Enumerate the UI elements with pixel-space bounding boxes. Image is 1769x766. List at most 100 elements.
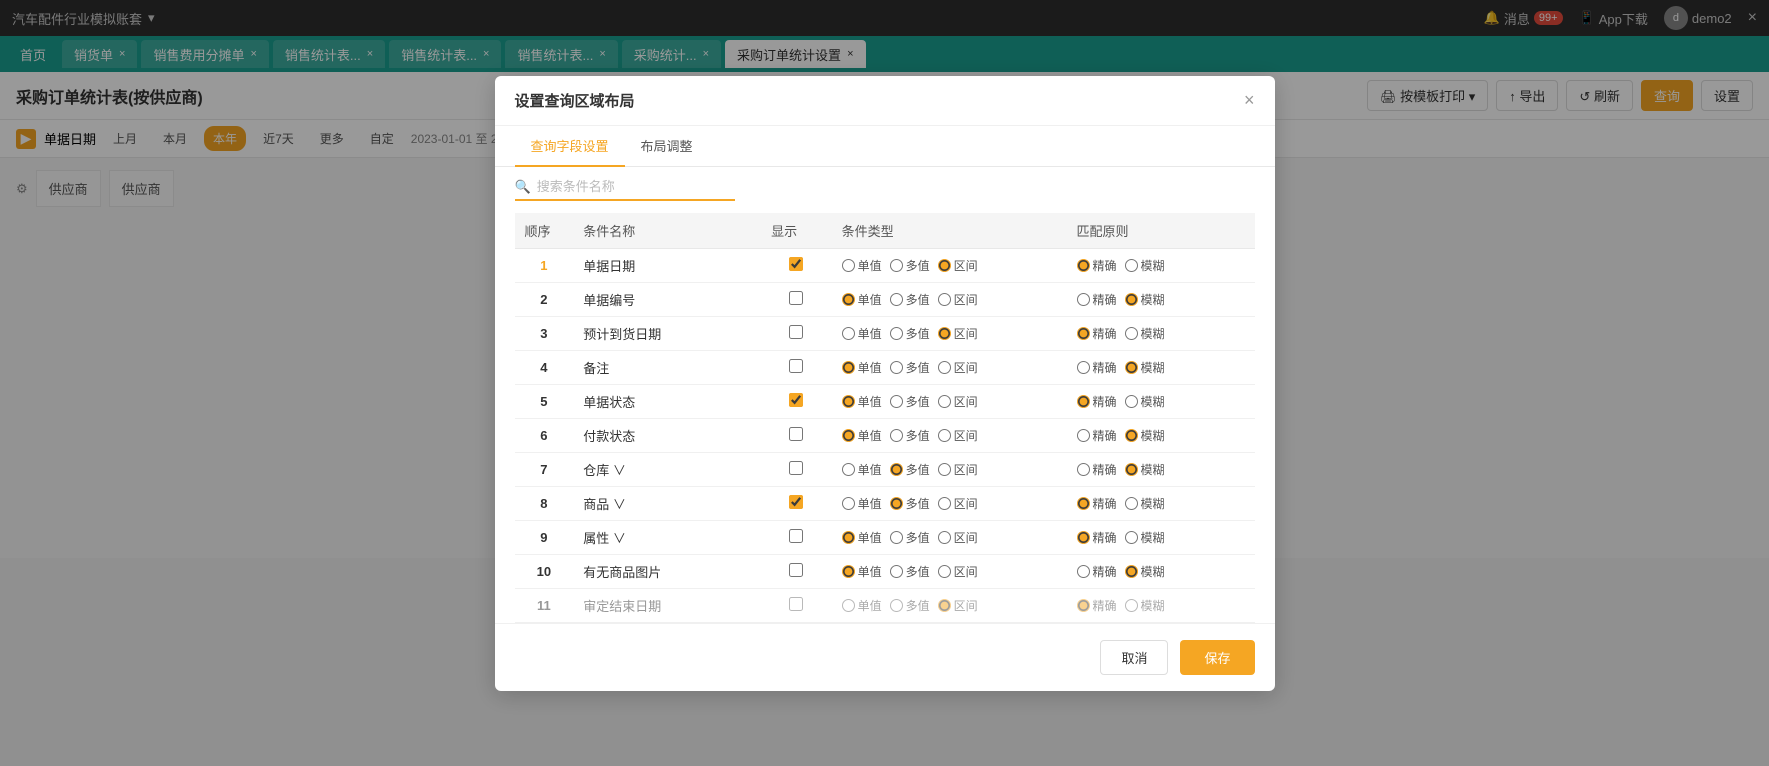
cell-match[interactable]: 精确模糊 <box>1067 588 1255 622</box>
type-radio-label[interactable]: 多值 <box>890 359 930 376</box>
type-radio[interactable] <box>938 497 951 510</box>
type-radio[interactable] <box>890 327 903 340</box>
cell-display[interactable] <box>761 282 831 316</box>
type-radio[interactable] <box>842 429 855 442</box>
cell-display[interactable] <box>761 486 831 520</box>
type-radio[interactable] <box>842 361 855 374</box>
match-radio[interactable] <box>1125 429 1138 442</box>
display-checkbox[interactable] <box>789 393 803 407</box>
modal-tab-layout[interactable]: 布局调整 <box>625 126 709 167</box>
type-radio[interactable] <box>842 327 855 340</box>
type-radio-label[interactable]: 单值 <box>842 597 882 614</box>
cell-match[interactable]: 精确模糊 <box>1067 486 1255 520</box>
match-radio[interactable] <box>1077 463 1090 476</box>
type-radio[interactable] <box>890 361 903 374</box>
match-radio-label[interactable]: 模糊 <box>1125 529 1165 546</box>
match-radio-label[interactable]: 精确 <box>1077 325 1117 342</box>
type-radio[interactable] <box>842 463 855 476</box>
match-radio-label[interactable]: 模糊 <box>1125 393 1165 410</box>
type-radio-label[interactable]: 区间 <box>938 427 978 444</box>
modal-close-button[interactable]: × <box>1244 91 1255 109</box>
cell-match[interactable]: 精确模糊 <box>1067 350 1255 384</box>
type-radio[interactable] <box>938 463 951 476</box>
display-checkbox[interactable] <box>789 597 803 611</box>
match-radio-label[interactable]: 精确 <box>1077 495 1117 512</box>
cell-type[interactable]: 单值多值区间 <box>832 554 1067 588</box>
match-radio[interactable] <box>1125 327 1138 340</box>
cell-match[interactable]: 精确模糊 <box>1067 282 1255 316</box>
type-radio[interactable] <box>842 395 855 408</box>
match-radio[interactable] <box>1077 361 1090 374</box>
match-radio-label[interactable]: 模糊 <box>1125 563 1165 580</box>
match-radio[interactable] <box>1125 599 1138 612</box>
type-radio[interactable] <box>938 293 951 306</box>
cell-display[interactable] <box>761 248 831 282</box>
match-radio-label[interactable]: 精确 <box>1077 291 1117 308</box>
type-radio[interactable] <box>890 599 903 612</box>
match-radio-label[interactable]: 精确 <box>1077 393 1117 410</box>
match-radio[interactable] <box>1077 497 1090 510</box>
type-radio[interactable] <box>938 429 951 442</box>
type-radio[interactable] <box>890 565 903 578</box>
type-radio[interactable] <box>890 259 903 272</box>
type-radio-label[interactable]: 多值 <box>890 495 930 512</box>
type-radio[interactable] <box>938 599 951 612</box>
match-radio-label[interactable]: 模糊 <box>1125 495 1165 512</box>
match-radio[interactable] <box>1125 361 1138 374</box>
match-radio-label[interactable]: 模糊 <box>1125 427 1165 444</box>
cell-match[interactable]: 精确模糊 <box>1067 316 1255 350</box>
type-radio-label[interactable]: 多值 <box>890 393 930 410</box>
cell-display[interactable] <box>761 588 831 622</box>
match-radio-label[interactable]: 模糊 <box>1125 359 1165 376</box>
type-radio-label[interactable]: 区间 <box>938 495 978 512</box>
match-radio[interactable] <box>1077 599 1090 612</box>
type-radio-label[interactable]: 多值 <box>890 257 930 274</box>
match-radio-label[interactable]: 精确 <box>1077 597 1117 614</box>
cancel-button[interactable]: 取消 <box>1100 640 1168 675</box>
match-radio-label[interactable]: 精确 <box>1077 257 1117 274</box>
display-checkbox[interactable] <box>789 291 803 305</box>
type-radio[interactable] <box>938 531 951 544</box>
match-radio-label[interactable]: 模糊 <box>1125 257 1165 274</box>
type-radio[interactable] <box>890 429 903 442</box>
cell-type[interactable]: 单值多值区间 <box>832 316 1067 350</box>
display-checkbox[interactable] <box>789 495 803 509</box>
type-radio-label[interactable]: 区间 <box>938 563 978 580</box>
match-radio-label[interactable]: 模糊 <box>1125 325 1165 342</box>
type-radio-label[interactable]: 区间 <box>938 359 978 376</box>
type-radio[interactable] <box>842 259 855 272</box>
type-radio-label[interactable]: 单值 <box>842 393 882 410</box>
match-radio-label[interactable]: 精确 <box>1077 359 1117 376</box>
display-checkbox[interactable] <box>789 325 803 339</box>
cell-match[interactable]: 精确模糊 <box>1067 384 1255 418</box>
cell-type[interactable]: 单值多值区间 <box>832 452 1067 486</box>
type-radio-label[interactable]: 单值 <box>842 529 882 546</box>
match-radio[interactable] <box>1077 429 1090 442</box>
display-checkbox[interactable] <box>789 529 803 543</box>
type-radio-label[interactable]: 单值 <box>842 359 882 376</box>
match-radio-label[interactable]: 模糊 <box>1125 597 1165 614</box>
cell-type[interactable]: 单值多值区间 <box>832 418 1067 452</box>
type-radio-label[interactable]: 单值 <box>842 495 882 512</box>
type-radio-label[interactable]: 多值 <box>890 325 930 342</box>
cell-type[interactable]: 单值多值区间 <box>832 282 1067 316</box>
cell-match[interactable]: 精确模糊 <box>1067 520 1255 554</box>
type-radio-label[interactable]: 单值 <box>842 461 882 478</box>
display-checkbox[interactable] <box>789 461 803 475</box>
type-radio-label[interactable]: 单值 <box>842 257 882 274</box>
cell-match[interactable]: 精确模糊 <box>1067 418 1255 452</box>
type-radio[interactable] <box>842 565 855 578</box>
type-radio[interactable] <box>890 531 903 544</box>
match-radio[interactable] <box>1077 327 1090 340</box>
type-radio[interactable] <box>890 395 903 408</box>
type-radio[interactable] <box>938 361 951 374</box>
save-button[interactable]: 保存 <box>1180 640 1254 675</box>
type-radio[interactable] <box>938 259 951 272</box>
search-input[interactable] <box>537 179 717 194</box>
type-radio-label[interactable]: 区间 <box>938 461 978 478</box>
type-radio[interactable] <box>938 327 951 340</box>
display-checkbox[interactable] <box>789 359 803 373</box>
type-radio-label[interactable]: 区间 <box>938 325 978 342</box>
type-radio-label[interactable]: 区间 <box>938 291 978 308</box>
type-radio[interactable] <box>842 599 855 612</box>
